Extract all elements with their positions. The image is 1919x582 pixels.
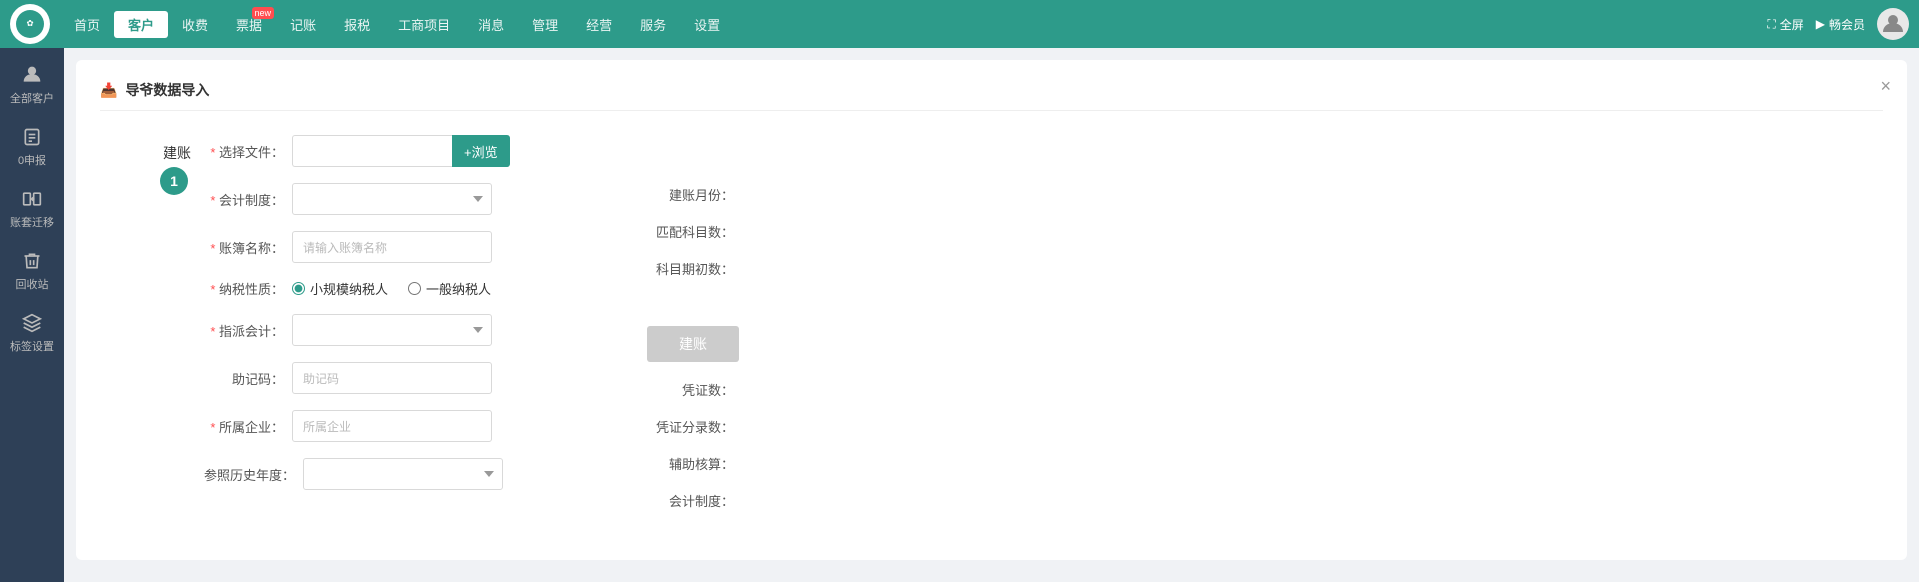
accountant-select-wrapper xyxy=(292,314,492,346)
nav-item-billing[interactable]: 收费 xyxy=(168,11,222,38)
auxiliary-row: 辅助核算： xyxy=(644,454,742,473)
radio-general[interactable]: 一般纳税人 xyxy=(408,279,491,298)
file-input-wrapper: +浏览 xyxy=(292,135,510,167)
sidebar-item-trash[interactable]: 回收站 xyxy=(0,242,64,300)
logo: ✿ xyxy=(10,4,50,44)
nav-items: 首页 客户 收费 票据 new 记账 报税 工商项目 消息 管理 经营 服务 设… xyxy=(60,11,1767,38)
tax-type-label: 纳税性质： xyxy=(204,279,284,298)
svg-text:✿: ✿ xyxy=(26,18,33,28)
build-section: 建账 1 选择文件： +浏览 xyxy=(160,135,584,510)
file-row: 选择文件： +浏览 xyxy=(204,135,584,167)
main-content: 📥 导爷数据导入 × 建账 1 选择文件： xyxy=(64,48,1919,582)
browse-button[interactable]: +浏览 xyxy=(452,135,510,167)
nav-item-settings[interactable]: 设置 xyxy=(680,11,734,38)
accounting-system-label: 会计制度： xyxy=(204,190,284,209)
fullscreen-button[interactable]: ⛶ 全屏 xyxy=(1767,16,1803,33)
dialog-title: 导爷数据导入 xyxy=(125,80,209,100)
nav-item-home[interactable]: 首页 xyxy=(60,11,114,38)
sidebar-item-migrate[interactable]: 账套迁移 xyxy=(0,180,64,238)
auxiliary-label: 辅助核算： xyxy=(644,454,734,473)
company-input[interactable] xyxy=(292,410,492,442)
form-layout: 建账 1 选择文件： +浏览 xyxy=(100,135,1883,510)
radio-small-label: 小规模纳税人 xyxy=(310,279,388,298)
nav-item-invoice[interactable]: 票据 new xyxy=(222,11,276,38)
radio-small-scale[interactable]: 小规模纳税人 xyxy=(292,279,388,298)
voucher-entry-label: 凭证分录数： xyxy=(644,417,734,436)
trash-icon xyxy=(21,250,43,272)
avatar[interactable] xyxy=(1877,8,1909,40)
right-accounting-system-row: 会计制度： xyxy=(644,491,742,510)
tax-type-row: 纳税性质： 小规模纳税人 一般纳税人 xyxy=(204,279,584,298)
match-subject-label: 匹配科目数： xyxy=(644,222,734,241)
nav-item-account[interactable]: 记账 xyxy=(276,11,330,38)
account-name-label: 账簿名称： xyxy=(204,238,284,257)
accounting-system-select-wrapper xyxy=(292,183,492,215)
accountant-label: 指派会计： xyxy=(204,321,284,340)
right-panel: 建账月份： 匹配科目数： 科目期初数： 建账 凭证 xyxy=(624,135,742,510)
dialog-card: 📥 导爷数据导入 × 建账 1 选择文件： xyxy=(76,60,1907,560)
report-icon xyxy=(21,126,43,148)
build-button[interactable]: 建账 xyxy=(647,326,739,362)
accounting-system-select[interactable] xyxy=(292,183,492,215)
file-label: 选择文件： xyxy=(204,142,284,161)
migrate-icon xyxy=(21,188,43,210)
step-badge: 1 xyxy=(160,167,188,195)
sidebar-item-tag[interactable]: 标签设置 xyxy=(0,304,64,362)
radio-group: 小规模纳税人 一般纳税人 xyxy=(292,279,491,298)
nav-right: ⛶ 全屏 ▶ 畅会员 xyxy=(1767,8,1909,40)
subject-initial-row: 科目期初数： xyxy=(644,259,742,278)
nav-item-customer[interactable]: 客户 xyxy=(114,11,168,38)
history-year-label: 参照历史年度： xyxy=(204,465,295,484)
account-name-row: 账簿名称： xyxy=(204,231,584,263)
subject-initial-label: 科目期初数： xyxy=(644,259,734,278)
radio-general-label: 一般纳税人 xyxy=(426,279,491,298)
file-text-input[interactable] xyxy=(292,135,452,167)
layout: 全部客户 0申报 账套迁移 回收站 标签设置 xyxy=(0,48,1919,582)
vip-button[interactable]: ▶ 畅会员 xyxy=(1816,16,1865,33)
nav-item-operation[interactable]: 经营 xyxy=(572,11,626,38)
history-year-select-wrapper xyxy=(303,458,503,490)
import-icon: 📥 xyxy=(100,82,117,99)
tag-icon xyxy=(21,312,43,334)
person-icon xyxy=(21,64,43,86)
close-button[interactable]: × xyxy=(1880,76,1891,97)
form-left: 选择文件： +浏览 会计制度： xyxy=(204,135,584,490)
voucher-entry-row: 凭证分录数： xyxy=(644,417,742,436)
accountant-select[interactable] xyxy=(292,314,492,346)
build-btn-row: 建账 xyxy=(644,306,742,362)
radio-general-input[interactable] xyxy=(408,282,421,295)
fullscreen-icon: ⛶ xyxy=(1767,17,1775,32)
company-row: 所属企业： xyxy=(204,410,584,442)
sidebar-item-report[interactable]: 0申报 xyxy=(0,118,64,176)
history-year-row: 参照历史年度： xyxy=(204,458,584,490)
top-nav: ✿ 首页 客户 收费 票据 new 记账 报税 工商项目 消息 管理 经营 服务… xyxy=(0,0,1919,48)
accountant-row: 指派会计： xyxy=(204,314,584,346)
memo-label: 助记码： xyxy=(204,369,284,388)
nav-item-message[interactable]: 消息 xyxy=(464,11,518,38)
voucher-count-row: 凭证数： xyxy=(644,380,742,399)
build-month-row: 建账月份： xyxy=(644,185,742,204)
right-accounting-system-label: 会计制度： xyxy=(644,491,734,510)
memo-input[interactable] xyxy=(292,362,492,394)
sidebar: 全部客户 0申报 账套迁移 回收站 标签设置 xyxy=(0,48,64,582)
vip-icon: ▶ xyxy=(1816,17,1825,31)
account-name-input[interactable] xyxy=(292,231,492,263)
dialog-header: 📥 导爷数据导入 xyxy=(100,80,1883,111)
radio-small-input[interactable] xyxy=(292,282,305,295)
accounting-system-row: 会计制度： xyxy=(204,183,584,215)
sidebar-item-all-customers[interactable]: 全部客户 xyxy=(0,56,64,114)
history-year-select[interactable] xyxy=(303,458,503,490)
build-label: 建账 xyxy=(163,135,191,163)
company-label: 所属企业： xyxy=(204,417,284,436)
match-subject-row: 匹配科目数： xyxy=(644,222,742,241)
build-month-label: 建账月份： xyxy=(644,185,734,204)
voucher-count-label: 凭证数： xyxy=(644,380,734,399)
memo-row: 助记码： xyxy=(204,362,584,394)
nav-item-tax[interactable]: 报税 xyxy=(330,11,384,38)
new-badge: new xyxy=(252,7,275,19)
nav-item-service[interactable]: 服务 xyxy=(626,11,680,38)
nav-item-manage[interactable]: 管理 xyxy=(518,11,572,38)
nav-item-business[interactable]: 工商项目 xyxy=(384,11,464,38)
